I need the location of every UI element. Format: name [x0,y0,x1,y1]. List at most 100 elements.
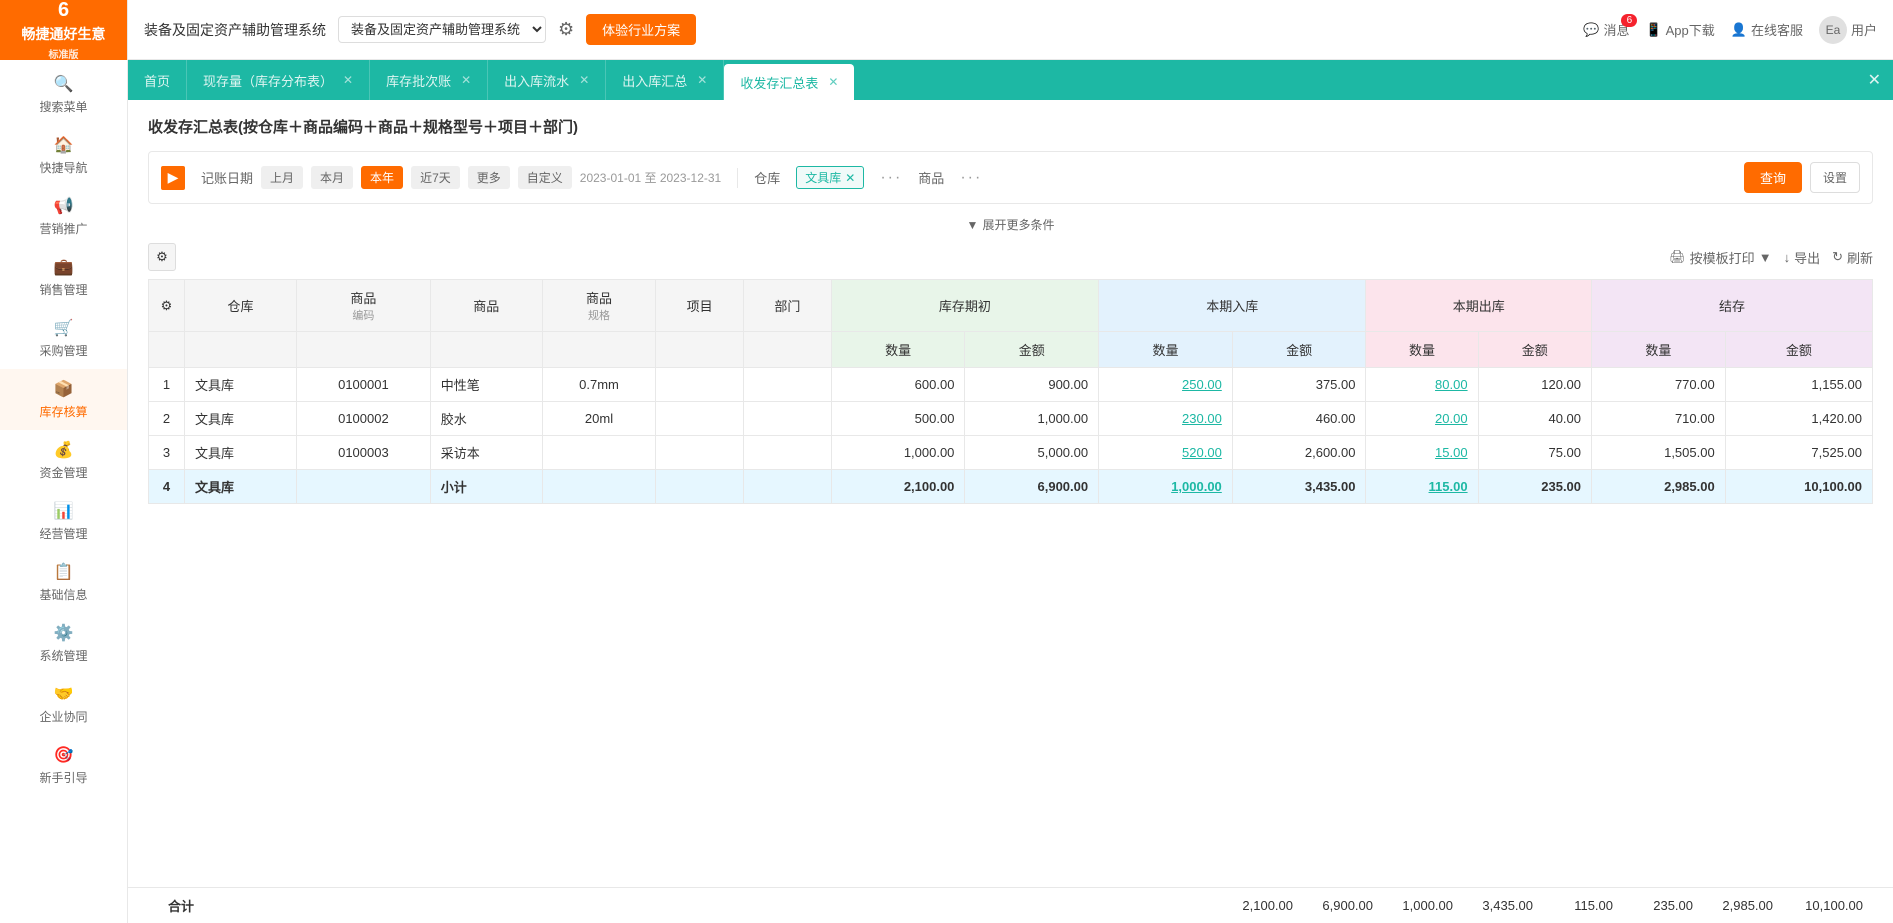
sidebar-item-operations[interactable]: 📊 经营管理 [0,491,127,552]
table-cell-link[interactable]: 20.00 [1435,411,1468,426]
table-cell: 文具库 [185,436,297,470]
sidebar-item-base-info[interactable]: 📋基础信息 [0,552,127,613]
table-cell-link[interactable]: 520.00 [1182,445,1222,460]
goods-more-icon[interactable]: ··· [960,169,982,187]
user-btn[interactable]: Ea 用户 [1819,16,1877,44]
th-warehouse-2 [185,332,297,368]
warehouse-tag-close[interactable]: ✕ [845,171,855,185]
sidebar-item-newcomer[interactable]: 🎯新手引导 [0,735,127,796]
sidebar-item-quick-nav[interactable]: 🏠快捷导航 [0,125,127,186]
filter-toggle-btn[interactable]: ▶ [161,166,185,190]
sidebar-item-marketing[interactable]: 📢 营销推广 [0,186,127,247]
system-select[interactable]: 装备及固定资产辅助管理系统 [338,16,546,43]
th-warehouse: 仓库 [185,280,297,332]
th-stock-in: 本期入库 [1099,280,1366,332]
footer-value [1173,898,1223,913]
tab-rsd-summary[interactable]: 收发存汇总表 ✕ [724,64,854,100]
date-this-month-btn[interactable]: 本月 [311,166,353,189]
marketing-label: 营销推广 [39,220,87,237]
table-settings-icon[interactable]: ⚙ [148,243,176,271]
table-cell: 0.7mm [542,368,655,402]
topbar: 装备及固定资产辅助管理系统 装备及固定资产辅助管理系统 ⚙ 体验行业方案 💬 消… [128,0,1893,60]
global-close-btn[interactable]: ✕ [1856,60,1893,100]
table-cell [743,368,831,402]
sidebar-item-system[interactable]: ⚙️系统管理 [0,613,127,674]
table-cell: 2 [149,402,185,436]
date-custom-btn[interactable]: 自定义 [518,166,572,189]
app-logo: 6 畅捷通好生意 标准版 [0,0,127,60]
operations-label: 经营管理 [39,525,87,542]
table-cell [743,402,831,436]
online-service-btn[interactable]: 👤 在线客服 [1731,20,1803,39]
system-label: 系统管理 [39,647,87,664]
table-cell-link[interactable]: 230.00 [1182,411,1222,426]
tab-stock-dist[interactable]: 现存量（库存分布表）✕ [187,60,370,100]
tab-inout-summary[interactable]: 出入库汇总✕ [606,60,724,100]
table-cell: 7,525.00 [1725,436,1872,470]
tab-home[interactable]: 首页 [128,60,187,100]
app-download-btn[interactable]: 📱 App下载 [1645,20,1714,39]
settings-button[interactable]: 设置 [1810,162,1860,193]
tab-label-rsd-summary: 收发存汇总表 [740,73,818,92]
logo-sub: 标准版 [49,46,79,61]
newcomer-label: 新手引导 [39,769,87,786]
table-cell-link[interactable]: 15.00 [1435,445,1468,460]
sidebar-item-search[interactable]: 🔍搜索菜单 [0,64,127,125]
date-range-label: 2023-01-01 至 2023-12-31 [580,169,721,186]
table-cell-link[interactable]: 1,000.00 [1171,479,1222,494]
page-footer: 合计 2,100.006,900.001,000.003,435.00115.0… [128,887,1893,923]
tab-close-rsd-summary[interactable]: ✕ [828,75,838,89]
table-cell-link[interactable]: 250.00 [1182,377,1222,392]
table-cell: 6,900.00 [965,470,1099,504]
table-cell-link[interactable]: 80.00 [1435,377,1468,392]
date-more-btn[interactable]: 更多 [468,166,510,189]
sidebar-item-sales[interactable]: 💼销售管理 [0,247,127,308]
footer-values: 2,100.006,900.001,000.003,435.00115.0023… [214,898,1873,913]
sidebar-item-inventory[interactable]: 📦库存核算 [0,369,127,430]
date-this-year-btn[interactable]: 本年 [361,166,403,189]
sidebar-item-purchase[interactable]: 🛒采购管理 [0,308,127,369]
tab-inout-flow[interactable]: 出入库流水✕ [488,60,606,100]
purchase-icon: 🛒 [54,318,74,338]
table-cell-link[interactable]: 115.00 [1429,479,1468,494]
table-cell: 采访本 [430,436,542,470]
warehouse-more-icon[interactable]: ··· [880,169,902,187]
operations-icon: 📊 [54,501,74,521]
inventory-label: 库存核算 [39,403,87,420]
tab-close-batch[interactable]: ✕ [461,73,471,87]
template-print-btn[interactable]: 🖨 按模板打印 ▼ [1669,248,1771,267]
warehouse-tag[interactable]: 文具库 ✕ [796,166,864,189]
expand-conditions-btn[interactable]: ▼ 展开更多条件 [967,216,1055,233]
tab-close-stock-dist[interactable]: ✕ [343,73,353,87]
table-cell: 710.00 [1592,402,1726,436]
tab-close-inout-summary[interactable]: ✕ [697,73,707,87]
table-cell: 2,100.00 [831,470,965,504]
table-cell: 10,100.00 [1725,470,1872,504]
sidebar-item-finance[interactable]: 💰资金管理 [0,430,127,491]
try-industry-button[interactable]: 体验行业方案 [586,14,696,45]
table-cell [656,402,744,436]
table-row: 4文具库小计2,100.006,900.001,000.003,435.0011… [149,470,1873,504]
th-goods-2 [430,332,542,368]
warehouse-label: 仓库 [754,168,780,187]
date-prev-month-btn[interactable]: 上月 [261,166,303,189]
refresh-label: 刷新 [1847,248,1873,267]
query-button[interactable]: 查询 [1744,162,1802,193]
table-cell: 4 [149,470,185,504]
marketing-icon: 📢 [54,196,74,216]
table-cell: 2,985.00 [1592,470,1726,504]
table-cell [743,436,831,470]
table-cell [656,470,744,504]
sidebar-item-enterprise[interactable]: 🤝企业协同 [0,674,127,735]
print-dropdown-icon: ▼ [1759,250,1772,265]
th-code: 商品编码 [297,280,431,332]
table-cell: 5,000.00 [965,436,1099,470]
filter-divider-1 [737,168,738,188]
notification-btn[interactable]: 💬 消息 6 [1583,20,1629,39]
tab-close-inout-flow[interactable]: ✕ [579,73,589,87]
tab-batch[interactable]: 库存批次账✕ [370,60,488,100]
refresh-btn[interactable]: ↻ 刷新 [1832,248,1873,267]
export-btn[interactable]: ↓ 导出 [1784,248,1821,267]
gear-icon[interactable]: ⚙ [558,19,574,40]
date-7days-btn[interactable]: 近7天 [411,166,460,189]
